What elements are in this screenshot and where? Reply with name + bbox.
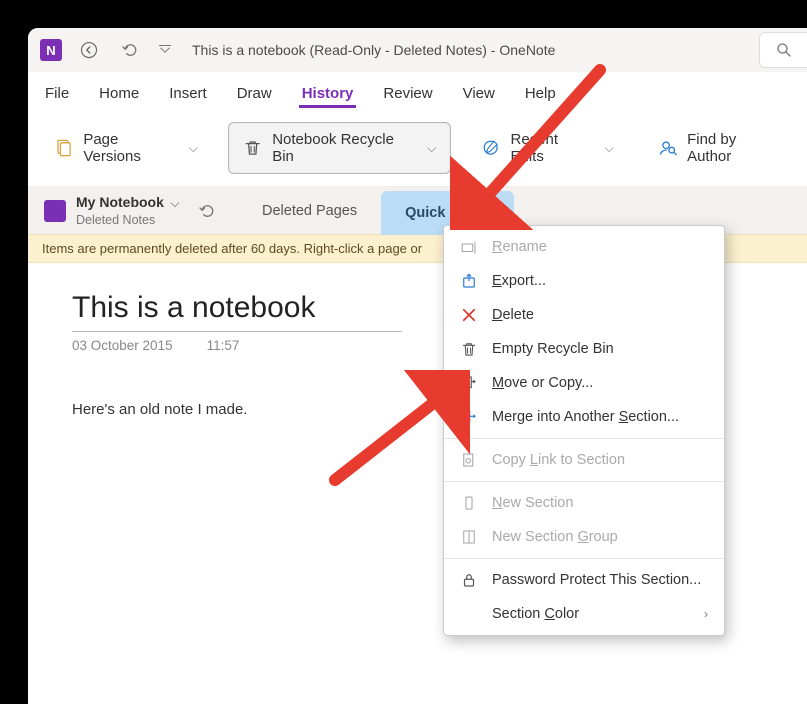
context-menu-item[interactable]: Merge into Another Section... (444, 400, 724, 434)
title-rule (72, 331, 402, 332)
chevron-down-icon: ⌵ (427, 141, 436, 156)
find-by-author-button[interactable]: Find by Author (644, 123, 795, 173)
move-copy-icon (460, 374, 478, 392)
menu-home[interactable]: Home (96, 79, 142, 108)
menu-history[interactable]: History (299, 79, 357, 108)
context-menu-item: Copy Link to Section (444, 443, 724, 477)
recent-edits-button[interactable]: Recent Edits ⌵ (467, 123, 627, 173)
menu-view[interactable]: View (460, 79, 498, 108)
tab-deleted-pages[interactable]: Deleted Pages (238, 187, 381, 234)
menu-bar: File Home Insert Draw History Review Vie… (28, 72, 807, 114)
context-menu-label: Section Color (492, 606, 579, 622)
chevron-down-icon: ⌵ (170, 196, 179, 210)
page-versions-label: Page Versions (83, 131, 176, 165)
context-menu-label: Empty Recycle Bin (492, 341, 614, 357)
notebook-title: My Notebook (76, 194, 164, 210)
context-menu-item[interactable]: Empty Recycle Bin (444, 332, 724, 366)
trash-icon (460, 340, 478, 358)
context-menu-label: Merge into Another Section... (492, 409, 679, 425)
menu-draw[interactable]: Draw (234, 79, 275, 108)
chevron-right-icon: › (704, 607, 708, 621)
search-button[interactable] (759, 32, 807, 68)
back-button[interactable] (76, 37, 102, 63)
page-versions-icon (54, 138, 73, 158)
undo-icon (120, 41, 138, 59)
context-menu-item: Rename (444, 230, 724, 264)
page-date: 03 October 2015 (72, 338, 173, 353)
context-menu-label: Rename (492, 239, 547, 255)
recent-edits-label: Recent Edits (510, 131, 592, 165)
context-menu-separator (444, 481, 724, 482)
color-icon (460, 605, 478, 623)
ribbon-toolbar: Page Versions ⌵ Notebook Recycle Bin ⌵ R… (28, 114, 807, 186)
menu-help[interactable]: Help (522, 79, 559, 108)
title-bar: N This is a notebook (Read-Only - Delete… (28, 28, 807, 72)
undo-button[interactable] (116, 37, 142, 63)
chevron-down-icon (156, 41, 174, 59)
find-author-label: Find by Author (687, 131, 781, 165)
context-menu-item: New Section Group (444, 520, 724, 554)
quick-access-dropdown[interactable] (156, 37, 174, 63)
context-menu-label: New Section Group (492, 529, 618, 545)
menu-review[interactable]: Review (380, 79, 435, 108)
context-menu-label: Password Protect This Section... (492, 572, 701, 588)
context-menu-item[interactable]: Password Protect This Section... (444, 563, 724, 597)
trash-icon (243, 138, 262, 158)
context-menu-item[interactable]: Move or Copy... (444, 366, 724, 400)
context-menu-label: Move or Copy... (492, 375, 593, 391)
context-menu-label: Export... (492, 273, 546, 289)
app-icon: N (40, 39, 62, 61)
recent-edits-icon (481, 138, 500, 158)
notebook-selector[interactable]: My Notebook ⌵ Deleted Notes (28, 187, 238, 234)
find-author-icon (658, 138, 677, 158)
recycle-bin-label: Notebook Recycle Bin (272, 131, 415, 165)
chevron-down-icon: ⌵ (605, 141, 614, 156)
rename-icon (460, 238, 478, 256)
search-icon (775, 41, 793, 59)
menu-insert[interactable]: Insert (166, 79, 210, 108)
context-menu-label: Copy Link to Section (492, 452, 625, 468)
page-time: 11:57 (207, 338, 240, 353)
arrow-left-icon (80, 41, 98, 59)
menu-file[interactable]: File (42, 79, 72, 108)
chevron-down-icon: ⌵ (189, 141, 198, 156)
lock-icon (460, 571, 478, 589)
notebook-subtitle: Deleted Notes (76, 213, 179, 228)
context-menu-item[interactable]: Export... (444, 264, 724, 298)
group-icon (460, 528, 478, 546)
page-versions-button[interactable]: Page Versions ⌵ (40, 123, 212, 173)
merge-icon (460, 408, 478, 426)
section-context-menu: Rename Export... Delete Empty Recycle Bin Mo… (443, 225, 725, 636)
context-menu-item[interactable]: Delete (444, 298, 724, 332)
window-title: This is a notebook (Read-Only - Deleted … (192, 42, 555, 58)
undo-small-icon[interactable] (197, 202, 215, 220)
notebook-recycle-bin-button[interactable]: Notebook Recycle Bin ⌵ (228, 122, 451, 174)
notebook-color-icon (44, 200, 66, 222)
context-menu-label: Delete (492, 307, 534, 323)
link-icon (460, 451, 478, 469)
context-menu-separator (444, 558, 724, 559)
context-menu-item: New Section (444, 486, 724, 520)
section-icon (460, 494, 478, 512)
context-menu-label: New Section (492, 495, 573, 511)
context-menu-separator (444, 438, 724, 439)
export-icon (460, 272, 478, 290)
delete-icon (460, 306, 478, 324)
context-menu-item[interactable]: Section Color › (444, 597, 724, 631)
